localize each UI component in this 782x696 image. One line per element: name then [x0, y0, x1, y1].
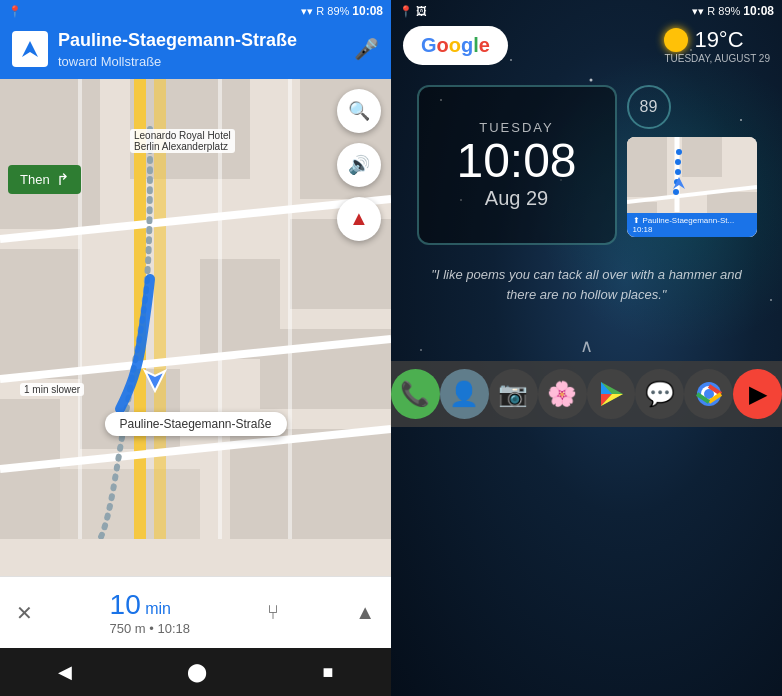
- dock-chrome-icon[interactable]: [684, 369, 733, 419]
- right-panel: 📍 🖼 ▾▾ R 89% 10:08 Google 19°C TUESDAY, …: [391, 0, 782, 696]
- dock-contacts-icon[interactable]: 👤: [440, 369, 489, 419]
- nav-street-name: Pauline-Staegemann-Straße: [58, 30, 346, 52]
- quote-area: "I like poems you can tack all over with…: [391, 245, 782, 309]
- svg-rect-35: [682, 137, 722, 177]
- time-r: 10:08: [743, 4, 774, 18]
- nav-expand-button[interactable]: ▲: [355, 601, 375, 624]
- map-compass-button[interactable]: ▲: [337, 197, 381, 241]
- map-search-button[interactable]: 🔍: [337, 89, 381, 133]
- left-status-bar: 📍 ▾▾ R 89% 10:08: [0, 0, 391, 22]
- back-button[interactable]: ◀: [58, 661, 72, 683]
- location-icon: 📍: [8, 5, 22, 18]
- google-search-bar[interactable]: Google: [403, 26, 508, 65]
- dock-photos-icon[interactable]: 🌸: [538, 369, 587, 419]
- map-sound-button[interactable]: 🔊: [337, 143, 381, 187]
- nav-top-row: Pauline-Staegemann-Straße toward Mollstr…: [12, 30, 379, 69]
- street-label-bubble: Pauline-Staegemann-Straße: [104, 412, 286, 436]
- mini-map-nav-bar: ⬆ Pauline-Staegemann-St... 10:18: [627, 213, 757, 237]
- hotel-label: Leonardo Royal HotelBerlin Alexanderplat…: [130, 129, 235, 153]
- right-status-right: ▾▾ R 89% 10:08: [692, 4, 774, 18]
- dock-youtube-icon[interactable]: ▶: [733, 369, 782, 419]
- right-widgets-col: 89: [627, 85, 757, 245]
- mini-map-street: Pauline-Staegemann-St...: [643, 216, 735, 225]
- battery-label: 89%: [327, 5, 349, 17]
- app-dock: 📞 👤 📷 🌸 💬: [391, 361, 782, 427]
- nav-time-unit: min: [145, 600, 171, 617]
- g-blue2: g: [461, 34, 473, 56]
- clock-date: Aug 29: [485, 187, 548, 210]
- quote-text: "I like poems you can tack all over with…: [431, 267, 741, 302]
- sun-icon: [664, 28, 688, 52]
- weather-temp-row: 19°C: [664, 27, 770, 53]
- nav-street-info: Pauline-Staegemann-Straße toward Mollstr…: [58, 30, 346, 69]
- nav-toward: toward Mollstraße: [58, 54, 346, 69]
- slower-text: 1 min slower: [24, 384, 80, 395]
- g-blue: G: [421, 34, 437, 56]
- weather-widget: 19°C TUESDAY, AUGUST 29: [664, 27, 770, 64]
- signal-icon: ▾▾: [301, 5, 313, 18]
- right-status-left: 📍 🖼: [399, 5, 427, 18]
- svg-point-42: [675, 169, 681, 175]
- dock-camera-icon[interactable]: 📷: [489, 369, 538, 419]
- nav-direction-icon: [12, 31, 48, 67]
- mini-map-eta: 10:18: [633, 225, 751, 234]
- svg-rect-34: [627, 137, 667, 197]
- recents-button[interactable]: ■: [322, 662, 333, 683]
- chevron-up[interactable]: ∧: [391, 335, 782, 357]
- bottom-nav-info: ✕ 10 min 750 m • 10:18 ⑂ ▲: [0, 576, 391, 648]
- then-arrow-icon: ↱: [56, 170, 69, 189]
- map-area[interactable]: Then ↱: [0, 79, 391, 576]
- mini-map[interactable]: ⬆ Pauline-Staegemann-St... 10:18: [627, 137, 757, 237]
- svg-point-44: [673, 189, 679, 195]
- left-system-nav: ◀ ⬤ ■: [0, 648, 391, 696]
- dock-playstore-icon[interactable]: [587, 369, 636, 419]
- then-label: Then: [20, 172, 50, 187]
- location-icon-r: 📍: [399, 5, 413, 18]
- clock-row: TUESDAY 10:08 Aug 29 89: [391, 85, 782, 245]
- nav-header: Pauline-Staegemann-Straße toward Mollstr…: [0, 22, 391, 79]
- network-label: R: [316, 5, 324, 17]
- battery-r: 89%: [718, 5, 740, 17]
- clock-widget: TUESDAY 10:08 Aug 29: [417, 85, 617, 245]
- slower-label: 1 min slower: [20, 383, 84, 396]
- home-top-row: Google 19°C TUESDAY, AUGUST 29: [391, 22, 782, 65]
- svg-rect-4: [0, 249, 80, 379]
- weather-date: TUESDAY, AUGUST 29: [664, 53, 770, 64]
- nav-time-info: 10 min 750 m • 10:18: [110, 589, 190, 636]
- photo-icon-r: 🖼: [416, 5, 427, 17]
- nav-close-button[interactable]: ✕: [16, 601, 33, 625]
- nav-route-options[interactable]: ⑂: [267, 601, 279, 624]
- then-button[interactable]: Then ↱: [8, 165, 81, 194]
- svg-point-24: [590, 79, 593, 82]
- left-status-left: 📍: [8, 5, 22, 18]
- dock-messages-icon[interactable]: 💬: [635, 369, 684, 419]
- g-red: o: [437, 34, 449, 56]
- time-label: 10:08: [352, 4, 383, 18]
- mic-icon[interactable]: 🎤: [354, 37, 379, 61]
- svg-rect-2: [0, 79, 100, 229]
- svg-point-41: [675, 159, 681, 165]
- svg-marker-0: [22, 41, 38, 57]
- clock-time: 10:08: [456, 135, 576, 188]
- left-status-right: ▾▾ R 89% 10:08: [301, 4, 383, 18]
- network-label-r: R: [707, 5, 715, 17]
- svg-point-40: [676, 149, 682, 155]
- svg-rect-12: [50, 469, 200, 539]
- left-panel: 📍 ▾▾ R 89% 10:08 Pauline-Staegemann-Stra…: [0, 0, 391, 696]
- temp-value: 19°C: [694, 27, 743, 53]
- signal-icon-r: ▾▾: [692, 5, 704, 18]
- nav-distance-eta: 750 m • 10:18: [110, 621, 190, 636]
- right-status-bar: 📍 🖼 ▾▾ R 89% 10:08: [391, 0, 782, 22]
- g-yellow: o: [449, 34, 461, 56]
- g-red2: e: [479, 34, 490, 56]
- dock-phone-icon[interactable]: 📞: [391, 369, 440, 419]
- badge-89: 89: [627, 85, 671, 129]
- street-label-text: Pauline-Staegemann-Straße: [119, 417, 271, 431]
- nav-time-value: 10: [110, 589, 141, 620]
- clock-day: TUESDAY: [479, 120, 553, 135]
- home-button[interactable]: ⬤: [187, 661, 207, 683]
